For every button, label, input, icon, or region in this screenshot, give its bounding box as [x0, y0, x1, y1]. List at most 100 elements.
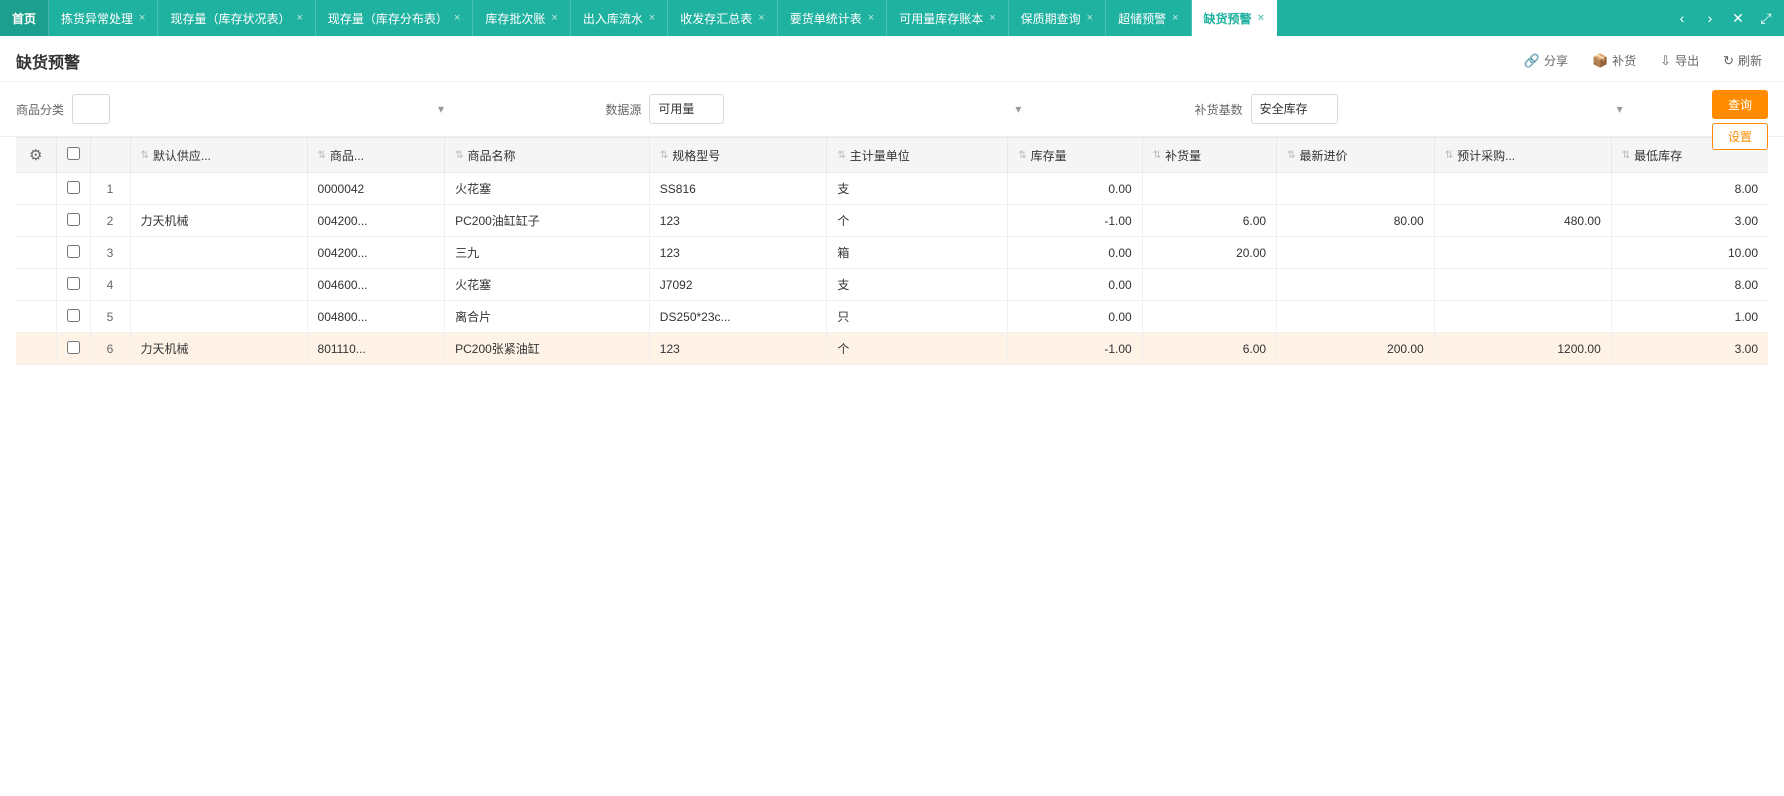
row-checkbox[interactable]	[67, 213, 80, 226]
tab-expiry-query[interactable]: 保质期查询 ×	[1009, 0, 1106, 36]
table-header-row: ⚙ ⇅ 默认供应... ⇅ 商	[16, 138, 1768, 173]
td-min-stock: 3.00	[1611, 205, 1768, 237]
row-checkbox[interactable]	[67, 245, 80, 258]
td-checkbox[interactable]	[56, 269, 90, 301]
td-settings	[16, 237, 56, 269]
td-stock: 0.00	[1008, 301, 1142, 333]
tab-inventory-status[interactable]: 现存量（库存状况表） ×	[158, 0, 315, 36]
replenish-select-wrapper: 安全库存	[1251, 94, 1631, 124]
td-checkbox[interactable]	[56, 301, 90, 333]
close-icon[interactable]: ×	[1172, 12, 1178, 24]
close-icon[interactable]: ×	[1087, 12, 1093, 24]
td-goods-name: 火花塞	[445, 269, 650, 301]
td-checkbox[interactable]	[56, 173, 90, 205]
td-est-purchase: 480.00	[1434, 205, 1611, 237]
td-supplement: 6.00	[1142, 333, 1276, 365]
sort-icon: ⇅	[1018, 150, 1026, 161]
tab-demand-stats[interactable]: 要货单统计表 ×	[778, 0, 887, 36]
close-icon[interactable]: ×	[868, 12, 874, 24]
tab-exception[interactable]: 拣货异常处理 ×	[49, 0, 158, 36]
datasource-select[interactable]: 可用量	[649, 94, 724, 124]
th-goods-name[interactable]: ⇅ 商品名称	[445, 138, 650, 173]
settings-gear-icon[interactable]: ⚙	[29, 147, 42, 164]
tab-shortage[interactable]: 缺货预警 ×	[1192, 0, 1277, 36]
sort-icon: ⇅	[1153, 150, 1161, 161]
filter-section: 商品分类 数据源 可用量 补货基数 安全库存	[0, 82, 1784, 137]
nav-close-button[interactable]: ✕	[1724, 4, 1752, 32]
th-spec[interactable]: ⇅ 规格型号	[649, 138, 827, 173]
th-est-purchase[interactable]: ⇅ 预计采购...	[1434, 138, 1611, 173]
row-checkbox[interactable]	[67, 181, 80, 194]
tab-recv-summary[interactable]: 收发存汇总表 ×	[668, 0, 777, 36]
td-min-stock: 1.00	[1611, 301, 1768, 333]
td-est-purchase	[1434, 301, 1611, 333]
share-button[interactable]: 🔗 分享	[1518, 48, 1574, 73]
tab-home[interactable]: 首页	[0, 0, 49, 36]
close-icon[interactable]: ×	[758, 12, 764, 24]
tab-inout-flow[interactable]: 出入库流水 ×	[571, 0, 668, 36]
sort-icon: ⇅	[1287, 150, 1295, 161]
td-checkbox[interactable]	[56, 333, 90, 365]
td-goods-name: 离合片	[445, 301, 650, 333]
close-icon[interactable]: ×	[1258, 12, 1264, 24]
td-min-stock: 8.00	[1611, 269, 1768, 301]
sort-icon: ⇅	[1622, 150, 1630, 161]
main-content: 缺货预警 🔗 分享 📦 补货 ⇩ 导出 ↻ 刷新 商品分类	[0, 36, 1784, 796]
td-spec: 123	[649, 237, 827, 269]
th-stock[interactable]: ⇅ 库存量	[1008, 138, 1142, 173]
th-supplement[interactable]: ⇅ 补货量	[1142, 138, 1276, 173]
filter-actions: 查询 设置	[1712, 90, 1768, 150]
row-checkbox[interactable]	[67, 341, 80, 354]
category-select[interactable]	[72, 94, 110, 124]
td-unit: 支	[827, 269, 1008, 301]
sort-icon: ⇅	[318, 150, 326, 161]
close-icon[interactable]: ×	[551, 12, 557, 24]
replenish-label: 补货基数	[1195, 101, 1243, 118]
close-icon[interactable]: ×	[139, 12, 145, 24]
nav-prev-button[interactable]: ‹	[1668, 4, 1696, 32]
td-supplier	[130, 237, 307, 269]
sort-icon: ⇅	[455, 150, 463, 161]
tab-batch-account[interactable]: 库存批次账 ×	[473, 0, 570, 36]
export-button[interactable]: ⇩ 导出	[1654, 48, 1705, 73]
td-checkbox[interactable]	[56, 237, 90, 269]
close-icon[interactable]: ×	[454, 12, 460, 24]
td-supplement	[1142, 301, 1276, 333]
query-button[interactable]: 查询	[1712, 90, 1768, 119]
td-num: 2	[90, 205, 130, 237]
datasource-filter-group: 数据源 可用量	[605, 94, 1178, 124]
row-checkbox[interactable]	[67, 309, 80, 322]
settings-button[interactable]: 设置	[1712, 123, 1768, 150]
td-settings	[16, 269, 56, 301]
page-title: 缺货预警	[16, 49, 80, 73]
th-latest-price[interactable]: ⇅ 最新进价	[1277, 138, 1435, 173]
nav-expand-button[interactable]: ⤢	[1752, 4, 1780, 32]
close-icon[interactable]: ×	[989, 12, 995, 24]
td-supplier: 力天机械	[130, 205, 307, 237]
refresh-button[interactable]: ↻ 刷新	[1717, 48, 1768, 73]
td-checkbox[interactable]	[56, 205, 90, 237]
tab-available-ledger[interactable]: 可用量库存账本 ×	[887, 0, 1008, 36]
category-filter-group: 商品分类	[16, 94, 589, 124]
tab-overstock[interactable]: 超储预警 ×	[1106, 0, 1191, 36]
td-latest-price: 80.00	[1277, 205, 1435, 237]
table-row: 4 004600... 火花塞 J7092 支 0.00 8.00	[16, 269, 1768, 301]
th-settings[interactable]: ⚙	[16, 138, 56, 173]
th-goods-code[interactable]: ⇅ 商品...	[307, 138, 445, 173]
th-unit[interactable]: ⇅ 主计量单位	[827, 138, 1008, 173]
nav-next-button[interactable]: ›	[1696, 4, 1724, 32]
td-goods-name: 火花塞	[445, 173, 650, 205]
td-goods-code: 004200...	[307, 205, 445, 237]
supplement-button[interactable]: 📦 补货	[1586, 48, 1642, 73]
select-all-checkbox[interactable]	[67, 147, 80, 160]
replenish-select[interactable]: 安全库存	[1251, 94, 1338, 124]
th-supplier[interactable]: ⇅ 默认供应...	[130, 138, 307, 173]
td-spec: DS250*23c...	[649, 301, 827, 333]
row-checkbox[interactable]	[67, 277, 80, 290]
close-icon[interactable]: ×	[649, 12, 655, 24]
td-supplement: 6.00	[1142, 205, 1276, 237]
td-latest-price	[1277, 269, 1435, 301]
tab-inventory-dist[interactable]: 现存量（库存分布表） ×	[316, 0, 473, 36]
td-supplement	[1142, 269, 1276, 301]
close-icon[interactable]: ×	[296, 12, 302, 24]
